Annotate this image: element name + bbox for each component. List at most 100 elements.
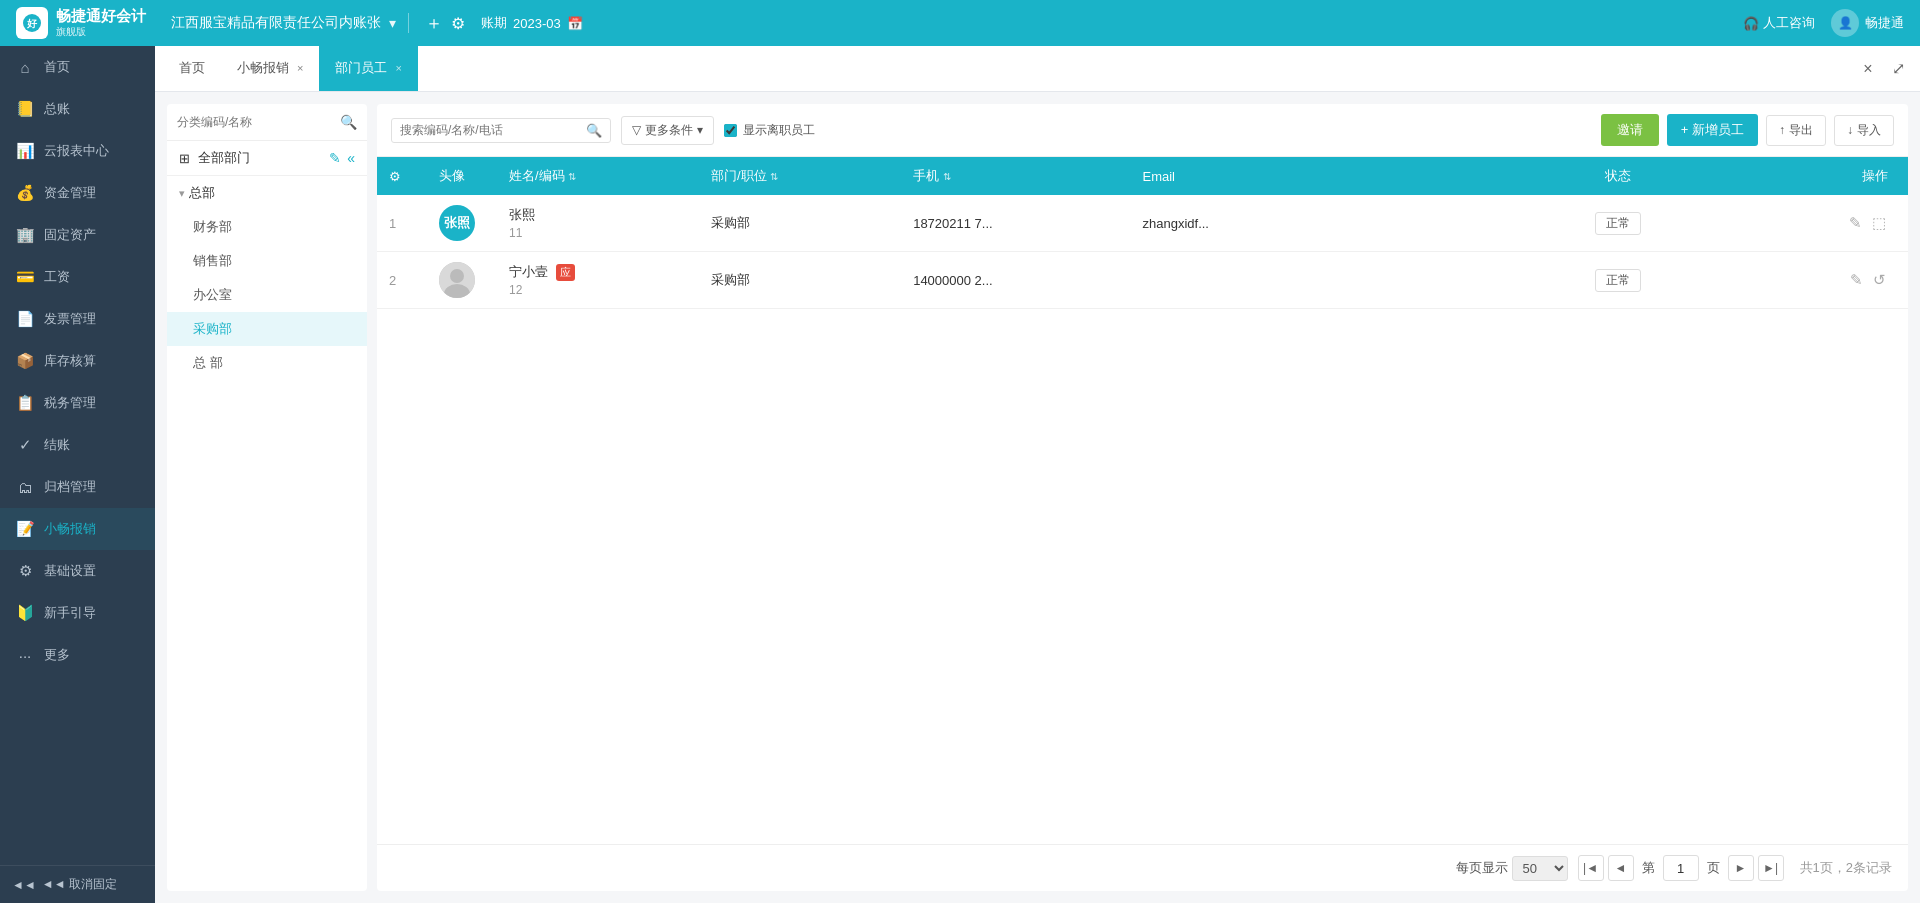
col-dept[interactable]: 部门/职位 ⇅ bbox=[699, 157, 901, 195]
col-phone[interactable]: 手机 ⇅ bbox=[901, 157, 1130, 195]
table-header: ⚙ 头像 姓名/编码 ⇅ 部门/职位 ⇅ 手机 ⇅ Email 状态 操作 bbox=[377, 157, 1908, 195]
col-name[interactable]: 姓名/编码 ⇅ bbox=[497, 157, 699, 195]
service-btn[interactable]: 🎧 人工咨询 bbox=[1743, 14, 1815, 32]
tab-expense[interactable]: 小畅报销 × bbox=[221, 46, 319, 91]
row-avatar-cell: 张照 bbox=[427, 195, 497, 252]
sidebar-item-invoice[interactable]: 📄 发票管理 bbox=[0, 298, 155, 340]
tab-close-btn[interactable]: × bbox=[1854, 55, 1882, 83]
import-btn[interactable]: ↓ 导入 bbox=[1834, 115, 1894, 146]
sidebar-item-ledger[interactable]: 📒 总账 bbox=[0, 88, 155, 130]
tree-label-caiwu: 财务部 bbox=[193, 218, 232, 236]
sidebar-item-assets[interactable]: 🏢 固定资产 bbox=[0, 214, 155, 256]
sidebar-item-inventory[interactable]: 📦 库存核算 bbox=[0, 340, 155, 382]
sidebar-item-funds[interactable]: 💰 资金管理 bbox=[0, 172, 155, 214]
tax-icon: 📋 bbox=[16, 394, 34, 412]
tree-item-caiwu[interactable]: 财务部 bbox=[167, 210, 367, 244]
collapse-icon[interactable]: « bbox=[347, 150, 355, 166]
col-action: 操作 bbox=[1751, 157, 1908, 195]
row-email-cell bbox=[1130, 252, 1484, 309]
edit-icon[interactable]: ✎ bbox=[1850, 271, 1863, 289]
tab-dept[interactable]: 部门员工 × bbox=[319, 46, 417, 91]
dept-search-input[interactable] bbox=[177, 115, 334, 129]
page-size-select[interactable]: 50 20 100 bbox=[1512, 856, 1568, 881]
prev-page-btn[interactable]: ◄ bbox=[1608, 855, 1634, 881]
tab-dept-close[interactable]: × bbox=[395, 62, 401, 74]
user-info[interactable]: 👤 畅捷通 bbox=[1831, 9, 1904, 37]
invite-btn[interactable]: 邀请 bbox=[1601, 114, 1659, 146]
employee-search-input[interactable] bbox=[400, 123, 580, 137]
toolbar: 🔍 ▽ 更多条件 ▾ 显示离职员工 邀请 + 新增员工 bbox=[377, 104, 1908, 157]
dept-tree: ▾ 总部 财务部 销售部 办公室 bbox=[167, 176, 367, 891]
edit-dept-icon[interactable]: ✎ bbox=[329, 150, 341, 166]
tree-item-zongbu-root[interactable]: ▾ 总部 bbox=[167, 176, 367, 210]
sidebar-item-guide[interactable]: 🔰 新手引导 bbox=[0, 592, 155, 634]
refresh-icon[interactable]: ↺ bbox=[1873, 271, 1886, 289]
show-resigned-area: 显示离职员工 bbox=[724, 122, 815, 139]
logout-icon[interactable]: ⬚ bbox=[1872, 214, 1886, 232]
table-body: 1 张照 张熙 11 采购部 bbox=[377, 195, 1908, 309]
sort-phone-icon: ⇅ bbox=[943, 171, 951, 182]
col-settings[interactable]: ⚙ bbox=[377, 157, 427, 195]
tab-expense-close[interactable]: × bbox=[297, 62, 303, 74]
logo-subtitle: 旗舰版 bbox=[56, 25, 146, 39]
sidebar-item-settings[interactable]: ⚙ 基础设置 bbox=[0, 550, 155, 592]
tree-item-zongbu2[interactable]: 总 部 bbox=[167, 346, 367, 380]
sidebar-label-settings: 基础设置 bbox=[44, 562, 96, 580]
import-label: 导入 bbox=[1857, 122, 1881, 139]
row-action-cell: ✎ ⬚ bbox=[1751, 195, 1908, 252]
sidebar-item-expense[interactable]: 📝 小畅报销 bbox=[0, 508, 155, 550]
cancel-fixed-icon: ◄◄ bbox=[12, 878, 36, 892]
sidebar-item-archive[interactable]: 🗂 归档管理 bbox=[0, 466, 155, 508]
export-btn[interactable]: ↑ 导出 bbox=[1766, 115, 1826, 146]
employee-code: 12 bbox=[509, 283, 687, 297]
tree-label-bangongshi: 办公室 bbox=[193, 286, 232, 304]
assets-icon: 🏢 bbox=[16, 226, 34, 244]
cancel-fixed-btn[interactable]: ◄◄ ◄◄ 取消固定 bbox=[0, 865, 155, 903]
tree-item-caigou[interactable]: 采购部 bbox=[167, 312, 367, 346]
tree-item-bangongshi[interactable]: 办公室 bbox=[167, 278, 367, 312]
svg-text:好: 好 bbox=[26, 18, 38, 29]
sidebar-item-reports[interactable]: 📊 云报表中心 bbox=[0, 130, 155, 172]
company-dropdown-icon[interactable]: ▾ bbox=[389, 15, 396, 31]
sidebar-item-home[interactable]: ⌂ 首页 bbox=[0, 46, 155, 88]
tree-label-zongbu2: 总 部 bbox=[193, 354, 223, 372]
show-resigned-checkbox[interactable] bbox=[724, 124, 737, 137]
filter-chevron: ▾ bbox=[697, 123, 703, 137]
row-action-cell: ✎ ↺ bbox=[1751, 252, 1908, 309]
sidebar-item-tax[interactable]: 📋 税务管理 bbox=[0, 382, 155, 424]
sidebar-label-reports: 云报表中心 bbox=[44, 142, 109, 160]
tab-expand-btn[interactable]: ⤢ bbox=[1884, 55, 1912, 83]
content-area: 首页 小畅报销 × 部门员工 × × ⤢ 🔍 bbox=[155, 46, 1920, 903]
sidebar-label-close: 结账 bbox=[44, 436, 70, 454]
table-footer: 每页显示 50 20 100 |◄ ◄ 第 页 ► bbox=[377, 844, 1908, 891]
more-filter-btn[interactable]: ▽ 更多条件 ▾ bbox=[621, 116, 714, 145]
page-input[interactable] bbox=[1663, 855, 1699, 881]
sidebar-label-tax: 税务管理 bbox=[44, 394, 96, 412]
last-page-btn[interactable]: ►| bbox=[1758, 855, 1784, 881]
period-area: 账期 2023-03 📅 bbox=[481, 14, 583, 32]
calendar-icon[interactable]: 📅 bbox=[567, 16, 583, 31]
page-content: 🔍 ⊞ 全部部门 ✎ « ▾ 总部 bbox=[155, 92, 1920, 903]
sidebar-item-close[interactable]: ✓ 结账 bbox=[0, 424, 155, 466]
avatar bbox=[439, 262, 475, 298]
settings-icon[interactable]: ⚙ bbox=[451, 14, 465, 33]
sidebar-item-more[interactable]: ··· 更多 bbox=[0, 634, 155, 676]
tree-item-xiaoshou[interactable]: 销售部 bbox=[167, 244, 367, 278]
next-page-btn[interactable]: ► bbox=[1728, 855, 1754, 881]
tab-home[interactable]: 首页 bbox=[163, 46, 221, 91]
first-page-btn[interactable]: |◄ bbox=[1578, 855, 1604, 881]
employee-search-icon[interactable]: 🔍 bbox=[586, 123, 602, 138]
tree-label-zongbu-root: 总部 bbox=[189, 184, 215, 202]
add-employee-btn[interactable]: + 新增员工 bbox=[1667, 114, 1758, 146]
sidebar-label-home: 首页 bbox=[44, 58, 70, 76]
col-email: Email bbox=[1130, 157, 1484, 195]
company-selector[interactable]: 江西服宝精品有限责任公司内账张 ▾ bbox=[171, 14, 396, 32]
tab-bar-actions: × ⤢ bbox=[1854, 46, 1920, 91]
add-company-icon[interactable]: ＋ bbox=[425, 11, 443, 35]
main-layout: ⌂ 首页 📒 总账 📊 云报表中心 💰 资金管理 🏢 固定资产 💳 工资 📄 发… bbox=[0, 46, 1920, 903]
total-label: 共1页，2条记录 bbox=[1800, 859, 1892, 877]
row-avatar-cell bbox=[427, 252, 497, 309]
edit-icon[interactable]: ✎ bbox=[1849, 214, 1862, 232]
dept-search-icon[interactable]: 🔍 bbox=[340, 114, 357, 130]
sidebar-item-salary[interactable]: 💳 工资 bbox=[0, 256, 155, 298]
